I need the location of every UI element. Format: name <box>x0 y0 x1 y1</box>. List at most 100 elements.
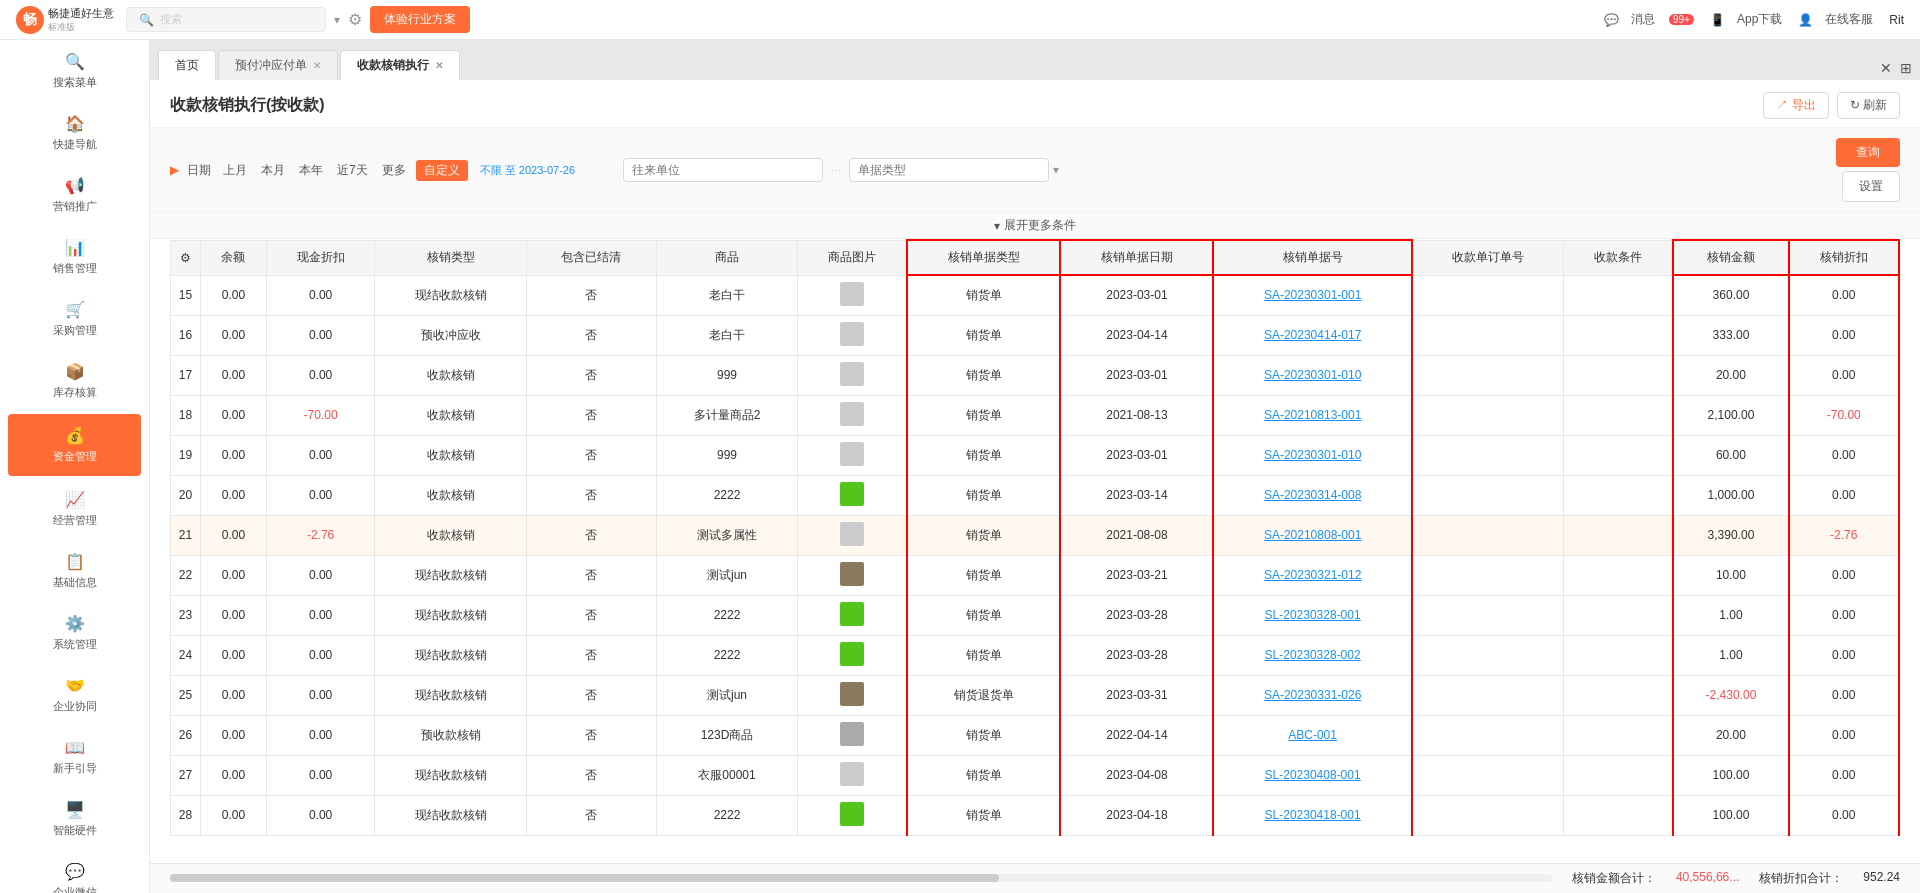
sidebar-label-stock: 库存核算 <box>53 385 97 400</box>
sidebar-item-guide[interactable]: 📖 新手引导 <box>0 726 149 788</box>
sidebar-item-search[interactable]: 🔍 搜索菜单 <box>0 40 149 102</box>
sidebar-item-sales[interactable]: 📊 销售管理 <box>0 226 149 288</box>
type-dropdown-icon[interactable]: ▾ <box>1053 163 1059 177</box>
tab-home[interactable]: 首页 <box>158 50 216 80</box>
row-condition <box>1564 395 1673 435</box>
row-cash-discount: 0.00 <box>266 275 375 315</box>
close-window-icon[interactable]: ✕ <box>1880 60 1892 76</box>
row-doc-no[interactable]: SA-20210813-001 <box>1213 395 1411 435</box>
row-discount: 0.00 <box>1789 555 1899 595</box>
row-discount: 0.00 <box>1789 475 1899 515</box>
row-type: 现结收款核销 <box>375 675 526 715</box>
row-doc-type: 销货单 <box>907 475 1060 515</box>
date-7days[interactable]: 近7天 <box>333 160 372 181</box>
type-input[interactable] <box>849 158 1049 182</box>
table-row: 15 0.00 0.00 现结收款核销 否 老白干 销货单 2023-03-01… <box>171 275 1900 315</box>
date-last-month[interactable]: 上月 <box>219 160 251 181</box>
row-doc-no[interactable]: SA-20230301-010 <box>1213 435 1411 475</box>
row-doc-type: 销货单 <box>907 515 1060 555</box>
setting-button[interactable]: 设置 <box>1842 171 1900 202</box>
date-custom-btn[interactable]: 自定义 <box>416 160 468 181</box>
row-type: 收款核销 <box>375 515 526 555</box>
query-button[interactable]: 查询 <box>1836 138 1900 167</box>
app-download-label: App下载 <box>1737 11 1782 28</box>
row-doc-no[interactable]: SL-20230328-002 <box>1213 635 1411 675</box>
row-type: 收款核销 <box>375 475 526 515</box>
tab-prepay-label: 预付冲应付单 <box>235 57 307 74</box>
sidebar-item-marketing[interactable]: 📢 营销推广 <box>0 164 149 226</box>
solution-button[interactable]: 体验行业方案 <box>370 6 470 33</box>
row-balance: 0.00 <box>201 675 267 715</box>
dropdown-icon[interactable]: ▾ <box>334 13 340 27</box>
footer-scroll-bar[interactable] <box>170 874 1552 882</box>
tab-prepay[interactable]: 预付冲应付单 ✕ <box>218 50 338 80</box>
filter-expand-icon[interactable]: ▶ <box>170 163 179 177</box>
row-order-no <box>1412 595 1564 635</box>
sidebar-item-business[interactable]: 📈 经营管理 <box>0 478 149 540</box>
row-product: 999 <box>656 355 798 395</box>
message-group[interactable]: 💬 消息 99+ <box>1604 11 1694 28</box>
message-icon: 💬 <box>1604 13 1619 27</box>
sidebar-item-system[interactable]: ⚙️ 系统管理 <box>0 602 149 664</box>
expand-window-icon[interactable]: ⊞ <box>1900 60 1912 76</box>
row-doc-no[interactable]: SA-20230301-001 <box>1213 275 1411 315</box>
settings-icon[interactable]: ⚙ <box>348 10 362 29</box>
app-download-group[interactable]: 📱 App下载 <box>1710 11 1782 28</box>
table-row: 21 0.00 -2.76 收款核销 否 测试多属性 销货单 2021-08-0… <box>171 515 1900 555</box>
row-balance: 0.00 <box>201 475 267 515</box>
row-condition <box>1564 755 1673 795</box>
tab-collection[interactable]: 收款核销执行 ✕ <box>340 50 460 80</box>
sidebar-item-purchase[interactable]: 🛒 采购管理 <box>0 288 149 350</box>
row-doc-no[interactable]: SL-20230418-001 <box>1213 795 1411 835</box>
row-num: 17 <box>171 355 201 395</box>
sidebar-item-finance[interactable]: 💰 资金管理 <box>8 414 141 476</box>
sidebar-item-stock[interactable]: 📦 库存核算 <box>0 350 149 412</box>
row-doc-no[interactable]: SA-20230331-026 <box>1213 675 1411 715</box>
row-type: 收款核销 <box>375 355 526 395</box>
row-doc-type: 销货单 <box>907 635 1060 675</box>
tab-prepay-close[interactable]: ✕ <box>313 60 321 71</box>
row-cash-discount: 0.00 <box>266 675 375 715</box>
row-num: 28 <box>171 795 201 835</box>
row-doc-type: 销货单 <box>907 715 1060 755</box>
refresh-button[interactable]: ↻ 刷新 <box>1837 92 1900 119</box>
sidebar-item-wechat[interactable]: 💬 企业微信 <box>0 850 149 893</box>
sidebar-item-collab[interactable]: 🤝 企业协同 <box>0 664 149 726</box>
unit-dots[interactable]: ··· <box>831 163 841 177</box>
sidebar-item-basic[interactable]: 📋 基础信息 <box>0 540 149 602</box>
row-condition <box>1564 315 1673 355</box>
row-doc-no[interactable]: SA-20230301-010 <box>1213 355 1411 395</box>
row-doc-no[interactable]: SA-20230321-012 <box>1213 555 1411 595</box>
search-menu-icon: 🔍 <box>65 52 85 71</box>
row-doc-no[interactable]: SA-20230414-017 <box>1213 315 1411 355</box>
sidebar-item-hardware[interactable]: 🖥️ 智能硬件 <box>0 788 149 850</box>
online-service-group[interactable]: 👤 在线客服 <box>1798 11 1873 28</box>
logo-badge: 标准版 <box>48 21 114 34</box>
row-included: 否 <box>526 675 656 715</box>
row-num: 27 <box>171 755 201 795</box>
row-doc-no[interactable]: SL-20230408-001 <box>1213 755 1411 795</box>
tab-collection-close[interactable]: ✕ <box>435 60 443 71</box>
sidebar-item-shortcut[interactable]: 🏠 快捷导航 <box>0 102 149 164</box>
online-service-label: 在线客服 <box>1825 11 1873 28</box>
row-doc-no[interactable]: SA-20210808-001 <box>1213 515 1411 555</box>
row-discount: 0.00 <box>1789 755 1899 795</box>
finance-icon: 💰 <box>65 426 85 445</box>
row-product: 999 <box>656 435 798 475</box>
row-doc-no[interactable]: SL-20230328-001 <box>1213 595 1411 635</box>
table-container[interactable]: ⚙ 余额 现金折扣 核销类型 包含已结清 商品 商品图片 核销单据类型 核销单据… <box>150 239 1920 863</box>
row-doc-no[interactable]: SA-20230314-008 <box>1213 475 1411 515</box>
export-button[interactable]: ↗ 导出 <box>1763 92 1828 119</box>
date-this-year[interactable]: 本年 <box>295 160 327 181</box>
expand-more-conditions[interactable]: ▾ 展开更多条件 <box>150 213 1920 239</box>
row-doc-type: 销货退货单 <box>907 675 1060 715</box>
shortcut-icon: 🏠 <box>65 114 85 133</box>
col-settings[interactable]: ⚙ <box>171 240 201 275</box>
row-condition <box>1564 355 1673 395</box>
row-balance: 0.00 <box>201 635 267 675</box>
row-doc-no[interactable]: ABC-001 <box>1213 715 1411 755</box>
date-this-month[interactable]: 本月 <box>257 160 289 181</box>
unit-input[interactable] <box>623 158 823 182</box>
row-included: 否 <box>526 355 656 395</box>
date-more[interactable]: 更多 <box>378 160 410 181</box>
